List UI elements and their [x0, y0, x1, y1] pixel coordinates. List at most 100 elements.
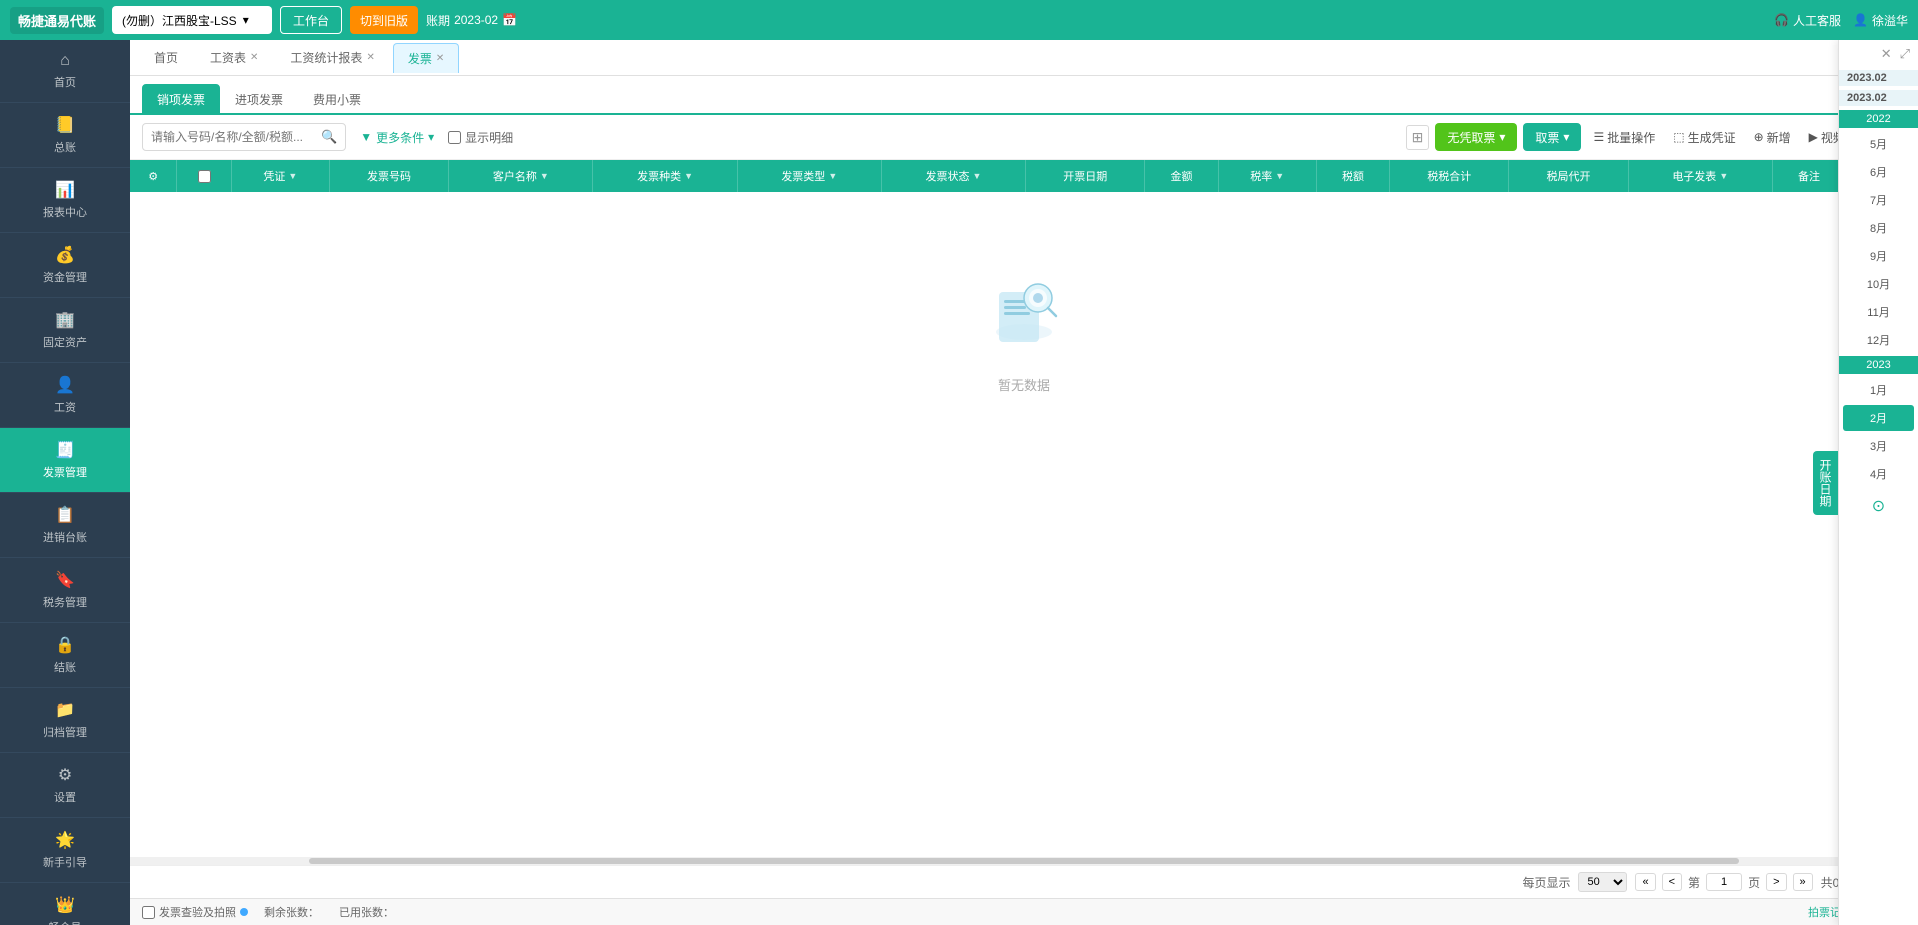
- page-number-input[interactable]: [1706, 873, 1742, 891]
- customer-service-button[interactable]: 🎧 人工客服: [1774, 12, 1841, 29]
- panel-expand-button[interactable]: ⤢: [1898, 44, 1912, 64]
- month-5[interactable]: 5月: [1843, 131, 1914, 157]
- panel-minimize-button[interactable]: ✕: [1879, 44, 1894, 64]
- sidebar-item-sales[interactable]: 📋 进销台账: [0, 493, 130, 558]
- sidebar-item-label: 设置: [54, 789, 76, 805]
- month-2023-3[interactable]: 3月: [1843, 433, 1914, 459]
- sidebar-item-reports[interactable]: 📊 报表中心: [0, 168, 130, 233]
- sidebar-item-payroll[interactable]: 👤 工资: [0, 363, 130, 428]
- prev-page-button[interactable]: <: [1662, 873, 1682, 891]
- sub-tab-sales-invoice[interactable]: 销项发票: [142, 84, 220, 115]
- switch-version-button[interactable]: 切到旧版: [350, 6, 418, 34]
- next-page-button[interactable]: >: [1766, 873, 1786, 891]
- ledger-icon: 📒: [55, 115, 75, 135]
- month-10[interactable]: 10月: [1843, 271, 1914, 297]
- remaining-count-item: 剩余张数：: [264, 904, 323, 920]
- month-2023-4[interactable]: 4月: [1843, 461, 1914, 487]
- sub-tab-purchase-invoice[interactable]: 进项发票: [220, 84, 298, 115]
- filter-icon[interactable]: ▼: [1275, 171, 1284, 181]
- per-page-select[interactable]: 10 20 50 100: [1578, 872, 1627, 892]
- grid-view-icon[interactable]: ⊞: [1406, 125, 1430, 150]
- tab-payroll-stats[interactable]: 工资统计报表 ✕: [276, 43, 388, 72]
- col-checkbox[interactable]: [177, 160, 231, 192]
- month-2023-2[interactable]: 2月: [1843, 405, 1914, 431]
- filter-icon[interactable]: ▼: [288, 171, 297, 181]
- sidebar-item-ledger[interactable]: 📒 总账: [0, 103, 130, 168]
- tax-icon: 🔖: [55, 570, 75, 590]
- top-bar-right: 🎧 人工客服 👤 徐溢华: [1774, 12, 1908, 29]
- detail-checkbox[interactable]: [448, 131, 461, 144]
- company-selector[interactable]: (勿删）江西股宝-LSS ▾: [112, 6, 272, 34]
- last-page-button[interactable]: »: [1793, 873, 1813, 891]
- sidebar-item-member[interactable]: 👑 畅会员: [0, 883, 130, 925]
- used-count-item: 已用张数：: [339, 904, 398, 920]
- month-8[interactable]: 8月: [1843, 215, 1914, 241]
- period-entry-2[interactable]: 2023.02: [1839, 90, 1918, 106]
- filter-icon[interactable]: ▼: [1719, 171, 1728, 181]
- sidebar-item-tax[interactable]: 🔖 税务管理: [0, 558, 130, 623]
- filter-icon[interactable]: ▼: [540, 171, 549, 181]
- sidebar-item-invoice[interactable]: 🧾 发票管理: [0, 428, 130, 493]
- filter-icon[interactable]: ▼: [828, 171, 837, 181]
- month-6[interactable]: 6月: [1843, 159, 1914, 185]
- month-7[interactable]: 7月: [1843, 187, 1914, 213]
- take-ticket-button[interactable]: 取票 ▾: [1523, 123, 1581, 151]
- home-icon: ⌂: [60, 52, 70, 70]
- no-voucher-button[interactable]: 无凭取票 ▾: [1435, 123, 1517, 151]
- search-box[interactable]: 🔍: [142, 123, 346, 151]
- new-invoice-button[interactable]: ⊕ 新增: [1748, 125, 1797, 150]
- sidebar-item-assets[interactable]: 🏢 固定资产: [0, 298, 130, 363]
- month-2023-1[interactable]: 1月: [1843, 377, 1914, 403]
- sidebar-item-funds[interactable]: 💰 资金管理: [0, 233, 130, 298]
- open-period-button[interactable]: 开账日期: [1813, 451, 1838, 515]
- col-invoice-category: 发票类型▼: [737, 160, 881, 192]
- col-settings[interactable]: ⚙: [130, 160, 177, 192]
- select-all-checkbox[interactable]: [198, 170, 211, 183]
- first-page-button[interactable]: «: [1635, 873, 1655, 891]
- sidebar-item-closing[interactable]: 🔒 结账: [0, 623, 130, 688]
- close-invoice-tab[interactable]: ✕: [436, 53, 444, 64]
- detail-checkbox-label[interactable]: 显示明细: [448, 129, 513, 146]
- search-icon[interactable]: 🔍: [321, 129, 337, 145]
- gen-icon: ⬚: [1673, 130, 1684, 144]
- workbench-button[interactable]: 工作台: [280, 6, 342, 34]
- tab-home[interactable]: 首页: [140, 43, 192, 72]
- sidebar-item-home[interactable]: ⌂ 首页: [0, 40, 130, 103]
- calendar-toggle-icon[interactable]: ⊙: [1872, 496, 1885, 516]
- invoice-table: ⚙ 凭证▼ 发票号码 客户名称: [130, 160, 1918, 192]
- close-payroll-stats-tab[interactable]: ✕: [366, 52, 374, 63]
- sidebar-item-label: 固定资产: [43, 334, 87, 350]
- search-input[interactable]: [151, 130, 321, 144]
- month-12[interactable]: 12月: [1843, 327, 1914, 353]
- horizontal-scrollbar[interactable]: [130, 857, 1918, 865]
- period-entry-1[interactable]: 2023.02: [1839, 70, 1918, 86]
- month-11[interactable]: 11月: [1843, 299, 1914, 325]
- month-9[interactable]: 9月: [1843, 243, 1914, 269]
- verify-checkbox[interactable]: [142, 906, 155, 919]
- sidebar-item-settings[interactable]: ⚙ 设置: [0, 753, 130, 818]
- plus-icon: ⊕: [1754, 130, 1764, 144]
- batch-op-button[interactable]: ☰ 批量操作: [1587, 125, 1661, 150]
- content-area: 首页 工资表 ✕ 工资统计报表 ✕ 发票 ✕ 销项发票: [130, 40, 1918, 925]
- sidebar-item-guide[interactable]: 🌟 新手引导: [0, 818, 130, 883]
- more-filter-button[interactable]: ▼ 更多条件 ▾: [354, 125, 440, 150]
- close-payroll-table-tab[interactable]: ✕: [250, 52, 258, 63]
- tab-invoice[interactable]: 发票 ✕: [393, 43, 459, 73]
- chevron-down-icon: ▾: [243, 13, 249, 27]
- filter-icon[interactable]: ▼: [973, 171, 982, 181]
- sidebar: ⌂ 首页 📒 总账 📊 报表中心 💰 资金管理 🏢 固定资产 👤 工资 🧾 发票…: [0, 40, 130, 925]
- scrollbar-thumb[interactable]: [309, 858, 1739, 864]
- reports-icon: 📊: [55, 180, 75, 200]
- status-dot: [240, 908, 248, 916]
- sales-icon: 📋: [55, 505, 75, 525]
- sub-tab-expense-receipt[interactable]: 费用小票: [298, 84, 376, 115]
- sidebar-item-archive[interactable]: 📁 归档管理: [0, 688, 130, 753]
- panel-bottom-icon: ⊙: [1839, 496, 1918, 516]
- closing-icon: 🔒: [55, 635, 75, 655]
- verify-status-item: 发票查验及拍照: [142, 904, 248, 920]
- tab-bar: 首页 工资表 ✕ 工资统计报表 ✕ 发票 ✕: [130, 40, 1918, 76]
- user-profile[interactable]: 👤 徐溢华: [1853, 12, 1908, 29]
- tab-payroll-table[interactable]: 工资表 ✕: [196, 43, 272, 72]
- filter-icon[interactable]: ▼: [684, 171, 693, 181]
- gen-voucher-button[interactable]: ⬚ 生成凭证: [1667, 125, 1741, 150]
